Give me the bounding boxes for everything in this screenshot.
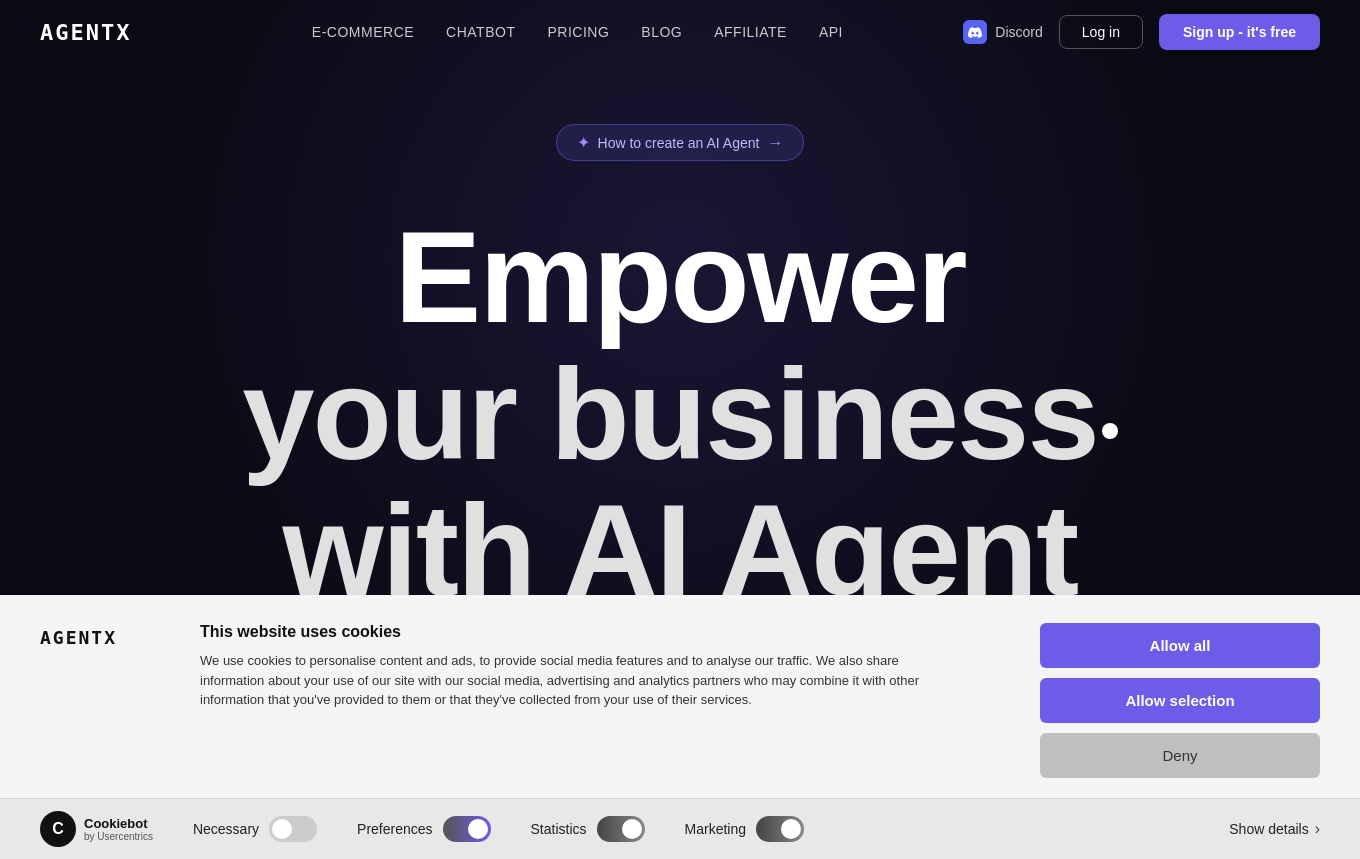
cookiebot-logo: C Cookiebot by Usercentrics [40, 811, 153, 847]
hero-title: Empower your business with AI Agent [242, 209, 1117, 619]
nav-links: E-COMMERCE CHATBOT PRICING BLOG AFFILIAT… [191, 24, 963, 40]
category-necessary-label: Necessary [193, 821, 259, 837]
dot-decoration [1102, 423, 1118, 439]
cookie-main: AGENTX This website uses cookies We use … [0, 595, 1360, 798]
chevron-right-icon: › [1315, 820, 1320, 838]
toggle-necessary[interactable] [269, 816, 317, 842]
cookie-consent-overlay: AGENTX This website uses cookies We use … [0, 595, 1360, 859]
show-details-label: Show details [1229, 821, 1308, 837]
toggle-statistics[interactable] [597, 816, 645, 842]
signup-button[interactable]: Sign up - it's free [1159, 14, 1320, 50]
hero-section: ✦ How to create an AI Agent → Empower yo… [0, 64, 1360, 619]
hero-line2-text: your business [242, 341, 1097, 487]
category-necessary: Necessary [193, 816, 317, 842]
toggle-marketing[interactable] [756, 816, 804, 842]
toggle-thumb-statistics [622, 819, 642, 839]
hero-line2: your business [242, 346, 1117, 483]
category-preferences: Preferences [357, 816, 490, 842]
show-details-button[interactable]: Show details › [1229, 820, 1320, 838]
deny-button[interactable]: Deny [1040, 733, 1320, 778]
toggle-track-statistics[interactable] [597, 816, 645, 842]
toggle-thumb-preferences [468, 819, 488, 839]
cookiebot-name: Cookiebot [84, 816, 153, 831]
nav-link-ecommerce[interactable]: E-COMMERCE [312, 24, 414, 40]
discord-label: Discord [995, 24, 1042, 40]
allow-all-button[interactable]: Allow all [1040, 623, 1320, 668]
cookie-content: This website uses cookies We use cookies… [200, 623, 1000, 778]
discord-icon [963, 20, 987, 44]
nav-link-affiliate[interactable]: AFFILIATE [714, 24, 787, 40]
cookie-description: We use cookies to personalise content an… [200, 651, 960, 710]
cookie-buttons: Allow all Allow selection Deny [1040, 623, 1320, 778]
badge-text: How to create an AI Agent [598, 135, 760, 151]
arrow-icon: → [767, 134, 783, 152]
category-preferences-label: Preferences [357, 821, 432, 837]
nav-link-chatbot[interactable]: CHATBOT [446, 24, 515, 40]
toggle-track-necessary[interactable] [269, 816, 317, 842]
cookie-categories: Necessary Preferences Statistics [193, 816, 1189, 842]
category-marketing-label: Marketing [685, 821, 746, 837]
cookie-logo-text: AGENTX [40, 627, 117, 648]
toggle-thumb-marketing [781, 819, 801, 839]
cookiebot-brand: Cookiebot by Usercentrics [84, 816, 153, 842]
nav-link-api[interactable]: API [819, 24, 843, 40]
nav-right: Discord Log in Sign up - it's free [963, 14, 1320, 50]
toggle-thumb-necessary [272, 819, 292, 839]
category-statistics: Statistics [531, 816, 645, 842]
cookie-footer: C Cookiebot by Usercentrics Necessary Pr… [0, 798, 1360, 859]
category-statistics-label: Statistics [531, 821, 587, 837]
hero-badge[interactable]: ✦ How to create an AI Agent → [556, 124, 805, 161]
nav-link-blog[interactable]: BLOG [641, 24, 682, 40]
cookie-title: This website uses cookies [200, 623, 1000, 641]
cookie-logo: AGENTX [40, 623, 160, 778]
login-button[interactable]: Log in [1059, 15, 1143, 49]
toggle-track-marketing[interactable] [756, 816, 804, 842]
toggle-track-preferences[interactable] [443, 816, 491, 842]
nav-logo: AGENTX [40, 20, 131, 45]
hero-line1: Empower [242, 209, 1117, 346]
discord-button[interactable]: Discord [963, 20, 1042, 44]
allow-selection-button[interactable]: Allow selection [1040, 678, 1320, 723]
toggle-preferences[interactable] [443, 816, 491, 842]
sparkle-icon: ✦ [577, 133, 590, 152]
cookiebot-sub: by Usercentrics [84, 831, 153, 842]
cookiebot-icon: C [40, 811, 76, 847]
navbar: AGENTX E-COMMERCE CHATBOT PRICING BLOG A… [0, 0, 1360, 64]
category-marketing: Marketing [685, 816, 804, 842]
nav-link-pricing[interactable]: PRICING [547, 24, 609, 40]
